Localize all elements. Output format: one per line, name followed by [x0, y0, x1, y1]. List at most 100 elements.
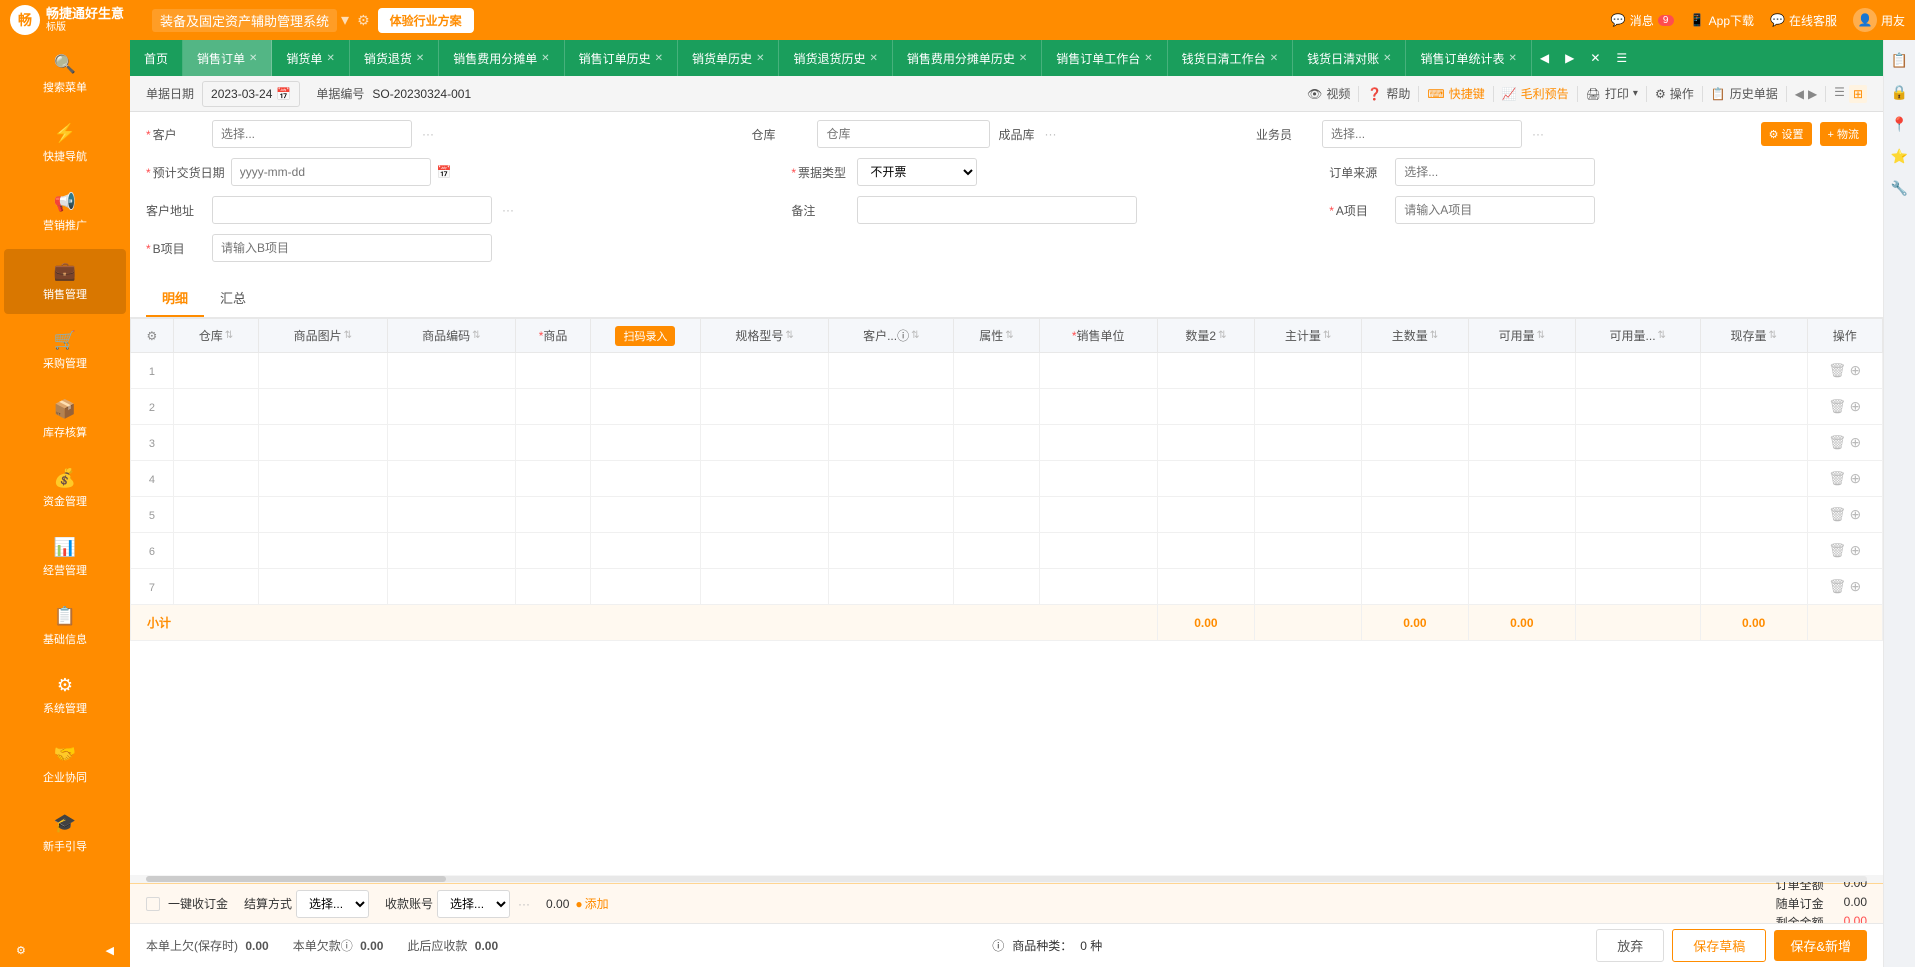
- calendar-icon[interactable]: 📅: [276, 87, 291, 101]
- date-field[interactable]: 2023-03-24 📅: [202, 81, 300, 107]
- tab-sales-return-history[interactable]: 销货退货历史 ✕: [779, 40, 892, 76]
- tab-sales-expense-close[interactable]: ✕: [541, 53, 549, 64]
- row-copy-btn-3[interactable]: ⊕: [1849, 434, 1861, 450]
- row-copy-btn-6[interactable]: ⊕: [1849, 542, 1861, 558]
- save-new-btn[interactable]: 保存&新增: [1774, 930, 1867, 961]
- toolbar-list-view-btn[interactable]: ☰: [1834, 85, 1845, 103]
- tab-sales-order-history[interactable]: 销售订单历史 ✕: [565, 40, 678, 76]
- right-panel-icon-1[interactable]: 📋: [1888, 48, 1912, 72]
- user-btn[interactable]: 👤 用友: [1853, 8, 1905, 32]
- payment-method-select[interactable]: 选择...: [296, 890, 369, 918]
- solution-btn[interactable]: 体验行业方案: [378, 8, 474, 33]
- detail-tab-mingxi[interactable]: 明细: [146, 280, 204, 317]
- th-main-unit[interactable]: 主计量: [1255, 319, 1362, 353]
- customer-input[interactable]: [212, 120, 412, 148]
- th-scan[interactable]: 扫码录入: [591, 319, 701, 353]
- toolbar-grid-view-btn[interactable]: ⊞: [1849, 85, 1867, 103]
- tab-sales-order[interactable]: 销售订单 ✕: [183, 40, 272, 76]
- tab-sales-statistics-close[interactable]: ✕: [1509, 53, 1517, 64]
- th-sales-unit[interactable]: *销售单位: [1039, 319, 1157, 353]
- warehouse-dots[interactable]: ···: [1044, 127, 1056, 141]
- sidebar-item-shortcut[interactable]: ⚡ 快捷导航: [4, 111, 126, 176]
- sidebar-item-management[interactable]: 📊 经营管理: [4, 525, 126, 590]
- th-product-code[interactable]: 商品编码: [387, 319, 516, 353]
- app-download-btn[interactable]: 📱 App下载: [1690, 12, 1754, 29]
- tab-order-workbench[interactable]: 销售订单工作台 ✕: [1042, 40, 1167, 76]
- staff-input[interactable]: [1322, 120, 1522, 148]
- sidebar-settings-btn[interactable]: ⚙: [8, 934, 34, 967]
- add-row-right-btn[interactable]: + 物流: [1820, 122, 1867, 146]
- tab-sales-return-close[interactable]: ✕: [416, 53, 424, 64]
- tab-menu-btn[interactable]: ☰: [1608, 40, 1635, 76]
- tab-expense-history-close[interactable]: ✕: [1019, 53, 1027, 64]
- tab-daily-clear-workbench[interactable]: 钱货日清工作台 ✕: [1168, 40, 1293, 76]
- th-spec[interactable]: 规格型号: [700, 319, 829, 353]
- right-panel-icon-3[interactable]: 📍: [1888, 112, 1912, 136]
- sidebar-item-sales[interactable]: 💼 销售管理: [4, 249, 126, 314]
- toolbar-history-btn[interactable]: 📋历史单据: [1711, 85, 1778, 102]
- row-copy-btn-4[interactable]: ⊕: [1849, 470, 1861, 486]
- tab-prev-btn[interactable]: ◀: [1532, 40, 1557, 76]
- row-copy-btn-2[interactable]: ⊕: [1849, 398, 1861, 414]
- online-support-btn[interactable]: 💬 在线客服: [1770, 12, 1837, 29]
- tab-sales-slip-history-close[interactable]: ✕: [756, 53, 764, 64]
- tab-sales-slip[interactable]: 销货单 ✕: [272, 40, 349, 76]
- settings-right-btn[interactable]: ⚙ 设置: [1761, 122, 1812, 146]
- row-delete-btn-4[interactable]: 🗑: [1828, 470, 1846, 486]
- sidebar-item-purchase[interactable]: 🛒 采购管理: [4, 318, 126, 383]
- tab-sales-return-history-close[interactable]: ✕: [869, 53, 877, 64]
- sidebar-collapse-btn[interactable]: ◀: [98, 934, 122, 967]
- sidebar-item-search[interactable]: 🔍 搜索菜单: [4, 42, 126, 107]
- sidebar-item-base-info[interactable]: 📋 基础信息: [4, 594, 126, 659]
- row-copy-btn-5[interactable]: ⊕: [1849, 506, 1861, 522]
- tab-home[interactable]: 首页: [130, 40, 183, 76]
- a-project-input[interactable]: [1395, 196, 1595, 224]
- discard-btn[interactable]: 放弃: [1596, 929, 1664, 962]
- th-current-stock[interactable]: 现存量: [1700, 319, 1807, 353]
- tab-expense-history[interactable]: 销售费用分摊单历史 ✕: [893, 40, 1042, 76]
- b-project-input[interactable]: [212, 234, 492, 262]
- row-copy-btn-7[interactable]: ⊕: [1849, 578, 1861, 594]
- tab-sales-statistics[interactable]: 销售订单统计表 ✕: [1406, 40, 1531, 76]
- right-panel-icon-5[interactable]: 🔧: [1888, 176, 1912, 200]
- save-draft-btn[interactable]: 保存草稿: [1672, 929, 1766, 962]
- tab-daily-clear-workbench-close[interactable]: ✕: [1270, 53, 1278, 64]
- staff-dots[interactable]: ···: [1532, 127, 1544, 141]
- sidebar-item-system[interactable]: ⚙ 系统管理: [4, 663, 126, 728]
- delivery-date-input[interactable]: [231, 158, 431, 186]
- message-btn[interactable]: 💬 消息 9: [1611, 12, 1674, 29]
- sidebar-item-guide[interactable]: 🎓 新手引导: [4, 801, 126, 866]
- customer-dots[interactable]: ···: [422, 127, 434, 141]
- row-delete-btn-2[interactable]: 🗑: [1828, 398, 1846, 414]
- tab-daily-reconcile[interactable]: 钱货日清对账 ✕: [1293, 40, 1406, 76]
- th-warehouse[interactable]: 仓库: [173, 319, 258, 353]
- toolbar-help-btn[interactable]: ❓帮助: [1367, 85, 1410, 102]
- add-btn[interactable]: ● 添加: [575, 895, 608, 912]
- th-attribute[interactable]: 属性: [954, 319, 1039, 353]
- th-main-qty[interactable]: 主数量: [1361, 319, 1468, 353]
- sidebar-item-inventory[interactable]: 📦 库存核算: [4, 387, 126, 452]
- th-qty2[interactable]: 数量2: [1157, 319, 1254, 353]
- account-select[interactable]: 选择...: [437, 890, 510, 918]
- invoice-type-select[interactable]: 不开票: [857, 158, 977, 186]
- tab-order-workbench-close[interactable]: ✕: [1144, 53, 1152, 64]
- tab-sales-slip-close[interactable]: ✕: [326, 53, 334, 64]
- toolbar-operation-btn[interactable]: ⚙操作: [1655, 85, 1694, 102]
- toolbar-profit-btn[interactable]: 📈毛利预告: [1502, 85, 1569, 102]
- account-dots[interactable]: ···: [518, 897, 530, 911]
- warehouse-input[interactable]: [817, 120, 990, 148]
- tab-sales-slip-history[interactable]: 销货单历史 ✕: [678, 40, 779, 76]
- remark-input[interactable]: [857, 196, 1137, 224]
- th-available-qty[interactable]: 可用量: [1468, 319, 1575, 353]
- tab-daily-reconcile-close[interactable]: ✕: [1383, 53, 1391, 64]
- th-product[interactable]: *商品: [516, 319, 591, 353]
- sidebar-item-marketing[interactable]: 📢 营销推广: [4, 180, 126, 245]
- row-delete-btn-6[interactable]: 🗑: [1828, 542, 1846, 558]
- row-delete-btn-3[interactable]: 🗑: [1828, 434, 1846, 450]
- toolbar-print-btn[interactable]: 🖨打印▾: [1586, 85, 1638, 102]
- th-gear[interactable]: ⚙: [131, 319, 174, 353]
- toolbar-view-btn[interactable]: 👁视频: [1307, 85, 1350, 102]
- sidebar-item-finance[interactable]: 💰 资金管理: [4, 456, 126, 521]
- th-product-image[interactable]: 商品图片: [259, 319, 388, 353]
- th-available-qty2[interactable]: 可用量...: [1575, 319, 1700, 353]
